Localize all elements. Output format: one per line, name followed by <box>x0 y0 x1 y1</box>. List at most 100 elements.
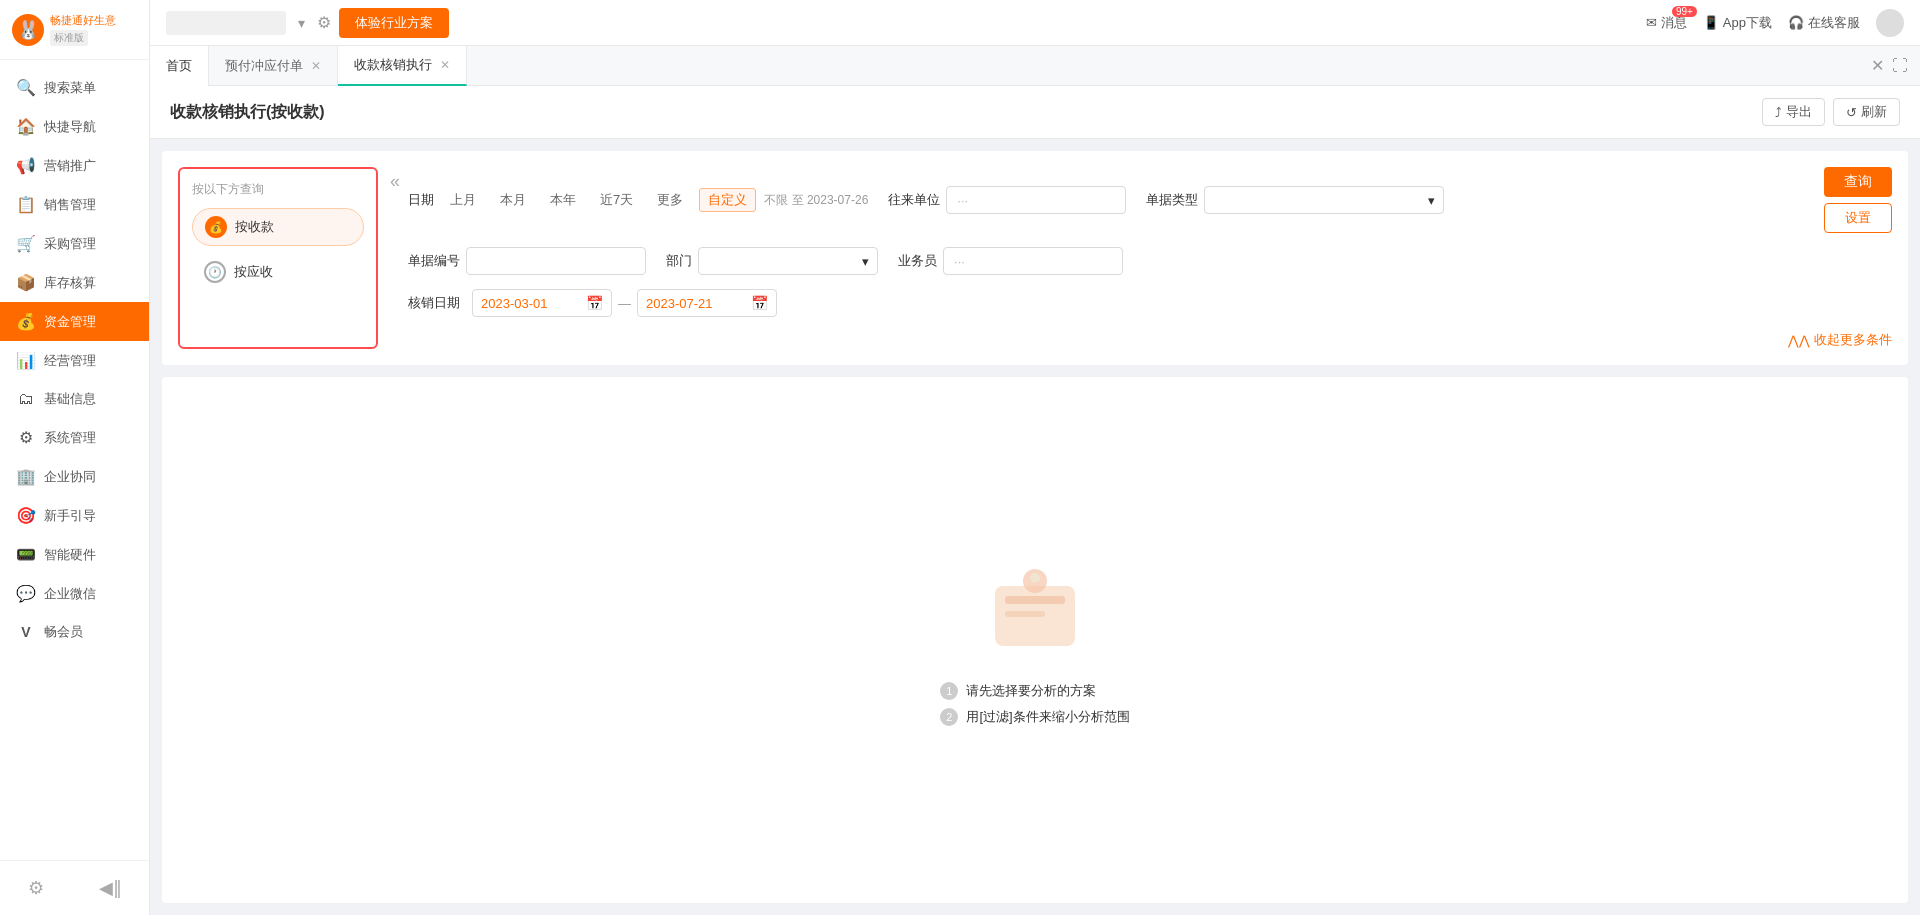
doc-no-input[interactable] <box>466 247 646 275</box>
sidebar-item-sales[interactable]: 📋 销售管理 <box>0 185 149 224</box>
dept-chevron-icon: ▾ <box>862 254 869 269</box>
header-left: ▾ ⚙ 体验行业方案 <box>166 8 1646 38</box>
message-button[interactable]: ✉ 消息 99+ <box>1646 14 1687 32</box>
date-btn-7days[interactable]: 近7天 <box>592 189 641 211</box>
query-actions: 查询 设置 <box>1824 167 1892 233</box>
sidebar-item-label: 采购管理 <box>44 235 96 253</box>
sidebar-item-finance[interactable]: 💰 资金管理 <box>0 302 149 341</box>
inventory-icon: 📦 <box>16 273 36 292</box>
verify-date-start[interactable]: 2023-03-01 📅 <box>472 289 612 317</box>
dept-select[interactable]: ▾ <box>698 247 878 275</box>
collapse-panel-btn[interactable]: « <box>390 167 400 349</box>
salesman-filter-group: 业务员 ··· <box>898 247 1123 275</box>
header-dropdown-icon[interactable]: ▾ <box>298 15 305 31</box>
tab-prepay-close[interactable]: ✕ <box>311 59 321 73</box>
tab-prepay[interactable]: 预付冲应付单 ✕ <box>209 46 338 86</box>
tab-maximize-icon[interactable]: ⛶ <box>1892 57 1908 75</box>
collapse-more-button[interactable]: ⋀⋀ 收起更多条件 <box>1788 331 1892 349</box>
date-custom-tag[interactable]: 自定义 <box>699 188 756 212</box>
filter-right-panel: 日期 上月 本月 本年 近7天 更多 自定义 不限 至 2023-07-26 往… <box>408 167 1892 349</box>
sidebar-nav: 🔍 搜索菜单 🏠 快捷导航 📢 营销推广 📋 销售管理 🛒 采购管理 📦 库存核… <box>0 60 149 860</box>
tab-home[interactable]: 首页 <box>150 46 209 86</box>
sales-icon: 📋 <box>16 195 36 214</box>
dept-label: 部门 <box>666 252 692 270</box>
counterparty-input[interactable]: ··· <box>946 186 1126 214</box>
search-icon: 🔍 <box>16 78 36 97</box>
purchase-icon: 🛒 <box>16 234 36 253</box>
sidebar-item-guide[interactable]: 🎯 新手引导 <box>0 496 149 535</box>
query-button[interactable]: 查询 <box>1824 167 1892 197</box>
settings-button[interactable]: 设置 <box>1824 203 1892 233</box>
date-btn-more[interactable]: 更多 <box>649 189 691 211</box>
filter-left-panel: 按以下方查询 💰 按收款 🕐 按应收 <box>178 167 378 349</box>
service-icon: 🎧 <box>1788 15 1804 30</box>
doc-no-label: 单据编号 <box>408 252 460 270</box>
tab-close-all-icon[interactable]: ✕ <box>1871 56 1884 75</box>
tab-collection-label: 收款核销执行 <box>354 56 432 74</box>
date-btn-this-year[interactable]: 本年 <box>542 189 584 211</box>
header-gear-icon[interactable]: ⚙ <box>317 13 331 32</box>
date-range-dash: — <box>618 296 631 311</box>
sidebar-item-search[interactable]: 🔍 搜索菜单 <box>0 68 149 107</box>
sidebar-item-label: 经营管理 <box>44 352 96 370</box>
user-avatar[interactable] <box>1876 9 1904 37</box>
export-button[interactable]: ⤴ 导出 <box>1762 98 1825 126</box>
collapse-more-area: ⋀⋀ 收起更多条件 <box>408 331 1892 349</box>
filter-option-by-receipt[interactable]: 💰 按收款 <box>192 208 364 246</box>
sidebar-item-label: 快捷导航 <box>44 118 96 136</box>
tab-actions: ✕ ⛶ <box>1871 56 1920 75</box>
collapse-sidebar-icon[interactable]: ◀‖ <box>91 873 130 903</box>
date-label: 日期 <box>408 191 434 209</box>
empty-text-area: 1 请先选择要分析的方案 2 用[过滤]条件来缩小分析范围 <box>940 682 1129 734</box>
calendar-start-icon: 📅 <box>586 295 603 311</box>
sidebar-item-marketing[interactable]: 📢 营销推广 <box>0 146 149 185</box>
sidebar-item-vip[interactable]: V 畅会员 <box>0 613 149 651</box>
app-download-button[interactable]: 📱 App下载 <box>1703 14 1772 32</box>
sidebar-item-label: 企业协同 <box>44 468 96 486</box>
content-area: 收款核销执行(按收款) ⤴ 导出 ↺ 刷新 按以下方查询 💰 按收款 <box>150 86 1920 915</box>
phone-icon: 📱 <box>1703 15 1719 30</box>
industry-solution-button[interactable]: 体验行业方案 <box>339 8 449 38</box>
online-service-button[interactable]: 🎧 在线客服 <box>1788 14 1860 32</box>
tab-collection[interactable]: 收款核销执行 ✕ <box>338 46 467 86</box>
sidebar-item-operation[interactable]: 📊 经营管理 <box>0 341 149 380</box>
sidebar-item-system[interactable]: ⚙ 系统管理 <box>0 418 149 457</box>
step-1-num: 1 <box>940 682 958 700</box>
main-content: ▾ ⚙ 体验行业方案 ✉ 消息 99+ 📱 App下载 🎧 在线客服 首页 <box>150 0 1920 915</box>
message-badge: 99+ <box>1672 6 1697 17</box>
date-btn-last-month[interactable]: 上月 <box>442 189 484 211</box>
logo-version: 标准版 <box>50 30 88 46</box>
sidebar-item-hardware[interactable]: 📟 智能硬件 <box>0 535 149 574</box>
collapse-more-label: 收起更多条件 <box>1814 331 1892 349</box>
refresh-label: 刷新 <box>1861 103 1887 121</box>
sidebar-item-inventory[interactable]: 📦 库存核算 <box>0 263 149 302</box>
date-btn-this-month[interactable]: 本月 <box>492 189 534 211</box>
logo-area: 🐰 畅捷通好生意 标准版 <box>0 0 149 60</box>
date-no-limit: 不限 至 2023-07-26 <box>764 192 868 209</box>
filter-option-by-receivable[interactable]: 🕐 按应收 <box>192 254 364 290</box>
salesman-input[interactable]: ··· <box>943 247 1123 275</box>
wechat-icon: 💬 <box>16 584 36 603</box>
sidebar-item-quicknav[interactable]: 🏠 快捷导航 <box>0 107 149 146</box>
collapse-icon[interactable]: « <box>390 171 400 192</box>
message-icon: ✉ <box>1646 15 1657 30</box>
empty-step-1: 1 请先选择要分析的方案 <box>940 682 1129 700</box>
dept-filter-group: 部门 ▾ <box>666 247 878 275</box>
sidebar-item-basic[interactable]: 🗂 基础信息 <box>0 380 149 418</box>
refresh-button[interactable]: ↺ 刷新 <box>1833 98 1900 126</box>
sidebar-item-purchase[interactable]: 🛒 采购管理 <box>0 224 149 263</box>
basic-icon: 🗂 <box>16 390 36 408</box>
guide-icon: 🎯 <box>16 506 36 525</box>
settings-bottom-icon[interactable]: ⚙ <box>20 873 52 903</box>
top-header: ▾ ⚙ 体验行业方案 ✉ 消息 99+ 📱 App下载 🎧 在线客服 <box>150 0 1920 46</box>
doc-type-select[interactable]: ▾ <box>1204 186 1444 214</box>
tab-prepay-label: 预付冲应付单 <box>225 57 303 75</box>
filter-row-2: 单据编号 部门 ▾ 业务员 ··· <box>408 247 1892 275</box>
sidebar-item-wechat[interactable]: 💬 企业微信 <box>0 574 149 613</box>
operation-icon: 📊 <box>16 351 36 370</box>
logo-name: 畅捷通好生意 <box>50 13 116 27</box>
verify-date-end[interactable]: 2023-07-21 📅 <box>637 289 777 317</box>
empty-illustration <box>975 546 1095 666</box>
tab-collection-close[interactable]: ✕ <box>440 58 450 72</box>
sidebar-item-enterprise[interactable]: 🏢 企业协同 <box>0 457 149 496</box>
